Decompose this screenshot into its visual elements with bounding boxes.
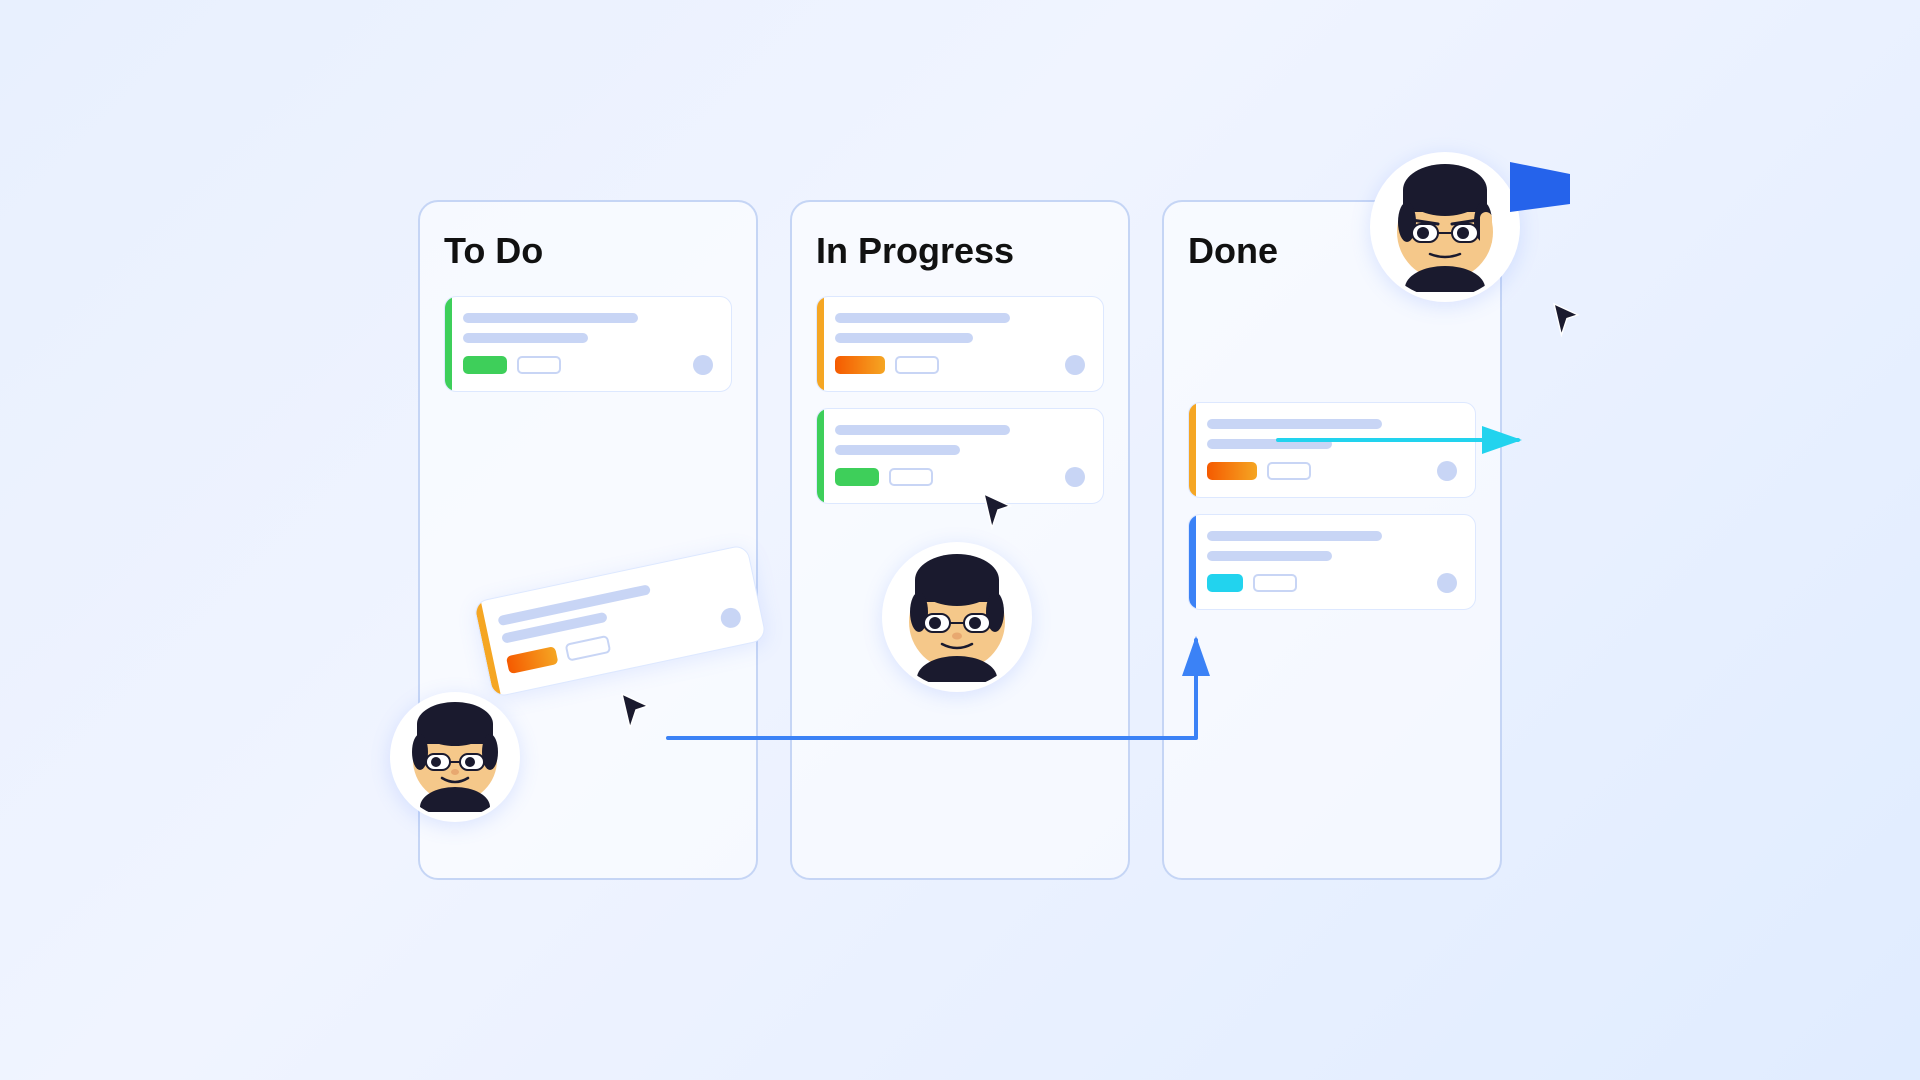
tag-red-orange [835, 356, 885, 374]
avatar-face-inprogress [892, 552, 1022, 682]
card-line [835, 333, 973, 343]
card-tags [835, 467, 1085, 487]
card-dot [1437, 573, 1457, 593]
tag-green [835, 468, 879, 486]
tag-outline [1267, 462, 1311, 480]
column-title-todo: To Do [444, 230, 732, 272]
todo-card-1[interactable] [444, 296, 732, 392]
card-line [835, 445, 960, 455]
card-tags [463, 355, 713, 375]
card-line [1207, 531, 1382, 541]
tag-red-orange [1207, 462, 1257, 480]
tag-green [463, 356, 507, 374]
done-card-2[interactable] [1188, 514, 1476, 610]
avatar-face [400, 702, 510, 812]
column-inprogress: In Progress [790, 200, 1130, 880]
cursor-todo [620, 692, 650, 735]
avatar-inprogress [882, 542, 1032, 692]
card-dot [1065, 355, 1085, 375]
flag-icon [1510, 162, 1570, 217]
card-dot [693, 355, 713, 375]
card-line [835, 313, 1010, 323]
card-dot [1065, 467, 1085, 487]
card-line [463, 333, 588, 343]
tag-outline [565, 635, 612, 662]
cursor-inprogress [982, 492, 1012, 535]
tag-outline [895, 356, 939, 374]
cursor-done [1552, 302, 1580, 342]
avatar-todo [390, 692, 520, 822]
avatar-face-done [1380, 162, 1510, 292]
card-tags [1207, 461, 1457, 481]
card-dot [1437, 461, 1457, 481]
column-title-inprogress: In Progress [816, 230, 1104, 272]
column-todo: To Do [418, 200, 758, 880]
card-line [1207, 439, 1332, 449]
card-line [1207, 419, 1382, 429]
column-done: Done [1162, 200, 1502, 880]
card-line [835, 425, 1010, 435]
card-line [1207, 551, 1332, 561]
kanban-board: To Do [378, 160, 1542, 920]
tag-red-orange [506, 646, 559, 674]
tag-outline [1253, 574, 1297, 592]
card-dot [719, 606, 743, 630]
done-card-1[interactable] [1188, 402, 1476, 498]
flag-svg [1510, 162, 1570, 212]
inprogress-card-2[interactable] [816, 408, 1104, 504]
tag-outline [889, 468, 933, 486]
tag-outline [517, 356, 561, 374]
card-tags [835, 355, 1085, 375]
card-line [463, 313, 638, 323]
inprogress-card-1[interactable] [816, 296, 1104, 392]
card-tags [1207, 573, 1457, 593]
tilted-card[interactable] [473, 544, 767, 698]
tag-cyan [1207, 574, 1243, 592]
avatar-done [1370, 152, 1520, 302]
